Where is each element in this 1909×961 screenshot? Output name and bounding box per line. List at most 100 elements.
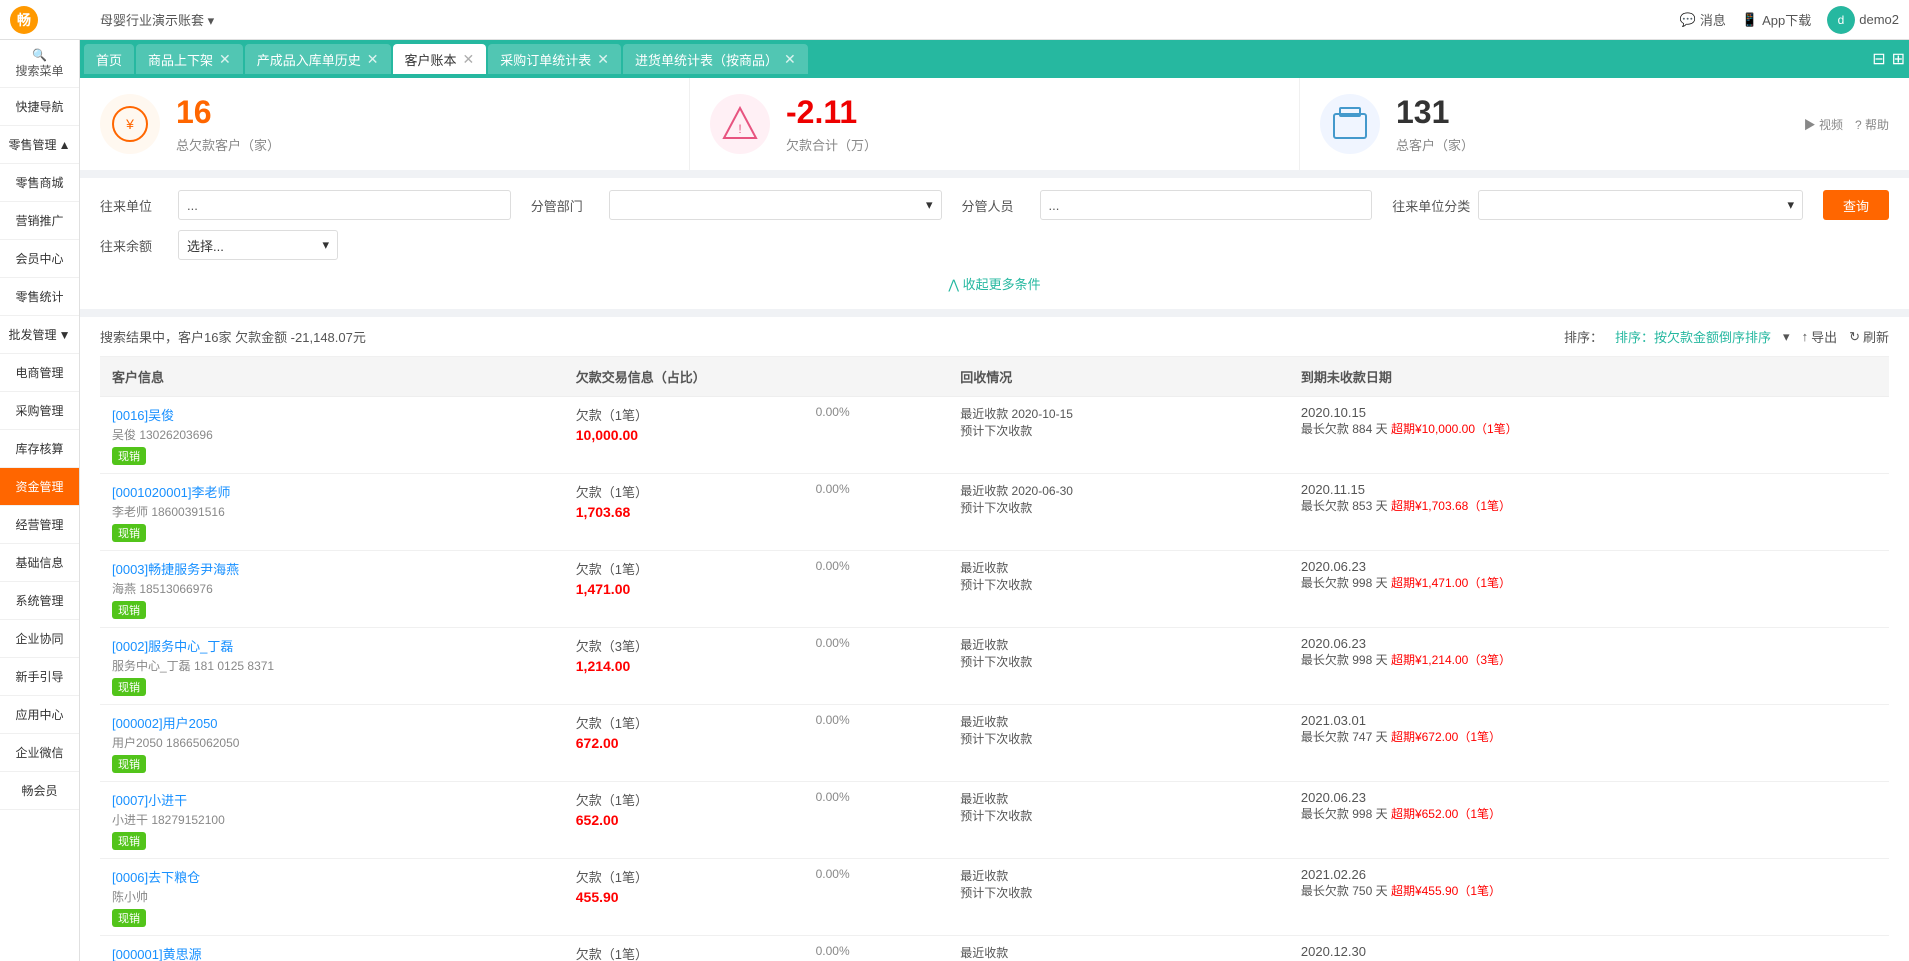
sidebar-item-newbie[interactable]: 新手引导 [0, 658, 79, 696]
sidebar-item-vip[interactable]: 畅会员 [0, 772, 79, 810]
tab-maximize-btn[interactable]: ⊞ [1892, 49, 1905, 69]
tab-production-history[interactable]: 产成品入库单历史 ✕ [245, 44, 391, 74]
sidebar-item-basic-info[interactable]: 基础信息 [0, 544, 79, 582]
sidebar-item-apps[interactable]: 应用中心 [0, 696, 79, 734]
debt-amount-3[interactable]: 1,214.00 [576, 658, 792, 674]
tab-close-production-history[interactable]: ✕ [367, 51, 379, 68]
sidebar-item-enterprise[interactable]: 企业协同 [0, 620, 79, 658]
debt-amount-6[interactable]: 455.90 [576, 889, 792, 905]
filter-collapse-btn[interactable]: ⋀ 收起更多条件 [100, 270, 1889, 297]
overdue-amount-3[interactable]: 超期¥1,214.00（3笔） [1391, 653, 1511, 667]
sidebar-item-system[interactable]: 系统管理 [0, 582, 79, 620]
user-avatar[interactable]: d demo2 [1827, 6, 1899, 34]
query-button[interactable]: 查询 [1823, 190, 1889, 220]
filter-select-category[interactable]: ▾ [1478, 190, 1803, 220]
debt-ratio-4: 0.00% [816, 713, 937, 727]
sidebar-item-batch-mgmt[interactable]: 批发管理 ▼ [0, 316, 79, 354]
filter-select-dept[interactable]: ▾ [609, 190, 942, 220]
sidebar-item-retail-store[interactable]: 零售商城 [0, 164, 79, 202]
customer-badge-5: 现销 [112, 832, 146, 850]
sidebar-item-purchase[interactable]: 采购管理 [0, 392, 79, 430]
top-bar: 畅 母婴行业演示账套 ▾ 💬 消息 📱 App下载 d demo2 [0, 0, 1909, 40]
sidebar-item-inventory[interactable]: 库存核算 [0, 430, 79, 468]
debt-ratio-3: 0.00% [816, 636, 937, 650]
sidebar-item-retail-stats[interactable]: 零售统计 [0, 278, 79, 316]
tab-close-purchase-stats[interactable]: ✕ [784, 51, 796, 68]
customer-name-2[interactable]: [0003]畅捷服务尹海燕 [112, 559, 552, 578]
debt-amount-5[interactable]: 652.00 [576, 812, 792, 828]
sidebar-item-marketing[interactable]: 营销推广 [0, 202, 79, 240]
filter-input-person[interactable]: ... [1040, 190, 1373, 220]
tab-bar: 首页 商品上下架 ✕ 产成品入库单历史 ✕ 客户账本 ✕ 采购订单统计表 ✕ [80, 40, 1909, 78]
debt-amount-0[interactable]: 10,000.00 [576, 427, 792, 443]
sidebar-item-ecommerce[interactable]: 电商管理 [0, 354, 79, 392]
tab-customer-account[interactable]: 客户账本 ✕ [393, 44, 487, 74]
next-collection-1: 预计下次收款 [960, 499, 1277, 516]
customer-name-1[interactable]: [0001020001]李老师 [112, 482, 552, 501]
filter-input-unit[interactable]: ... [178, 190, 511, 220]
recent-collection-4: 最近收款 [960, 713, 1277, 730]
customer-name-7[interactable]: [000001]黄思源 [112, 944, 552, 961]
filter-select-balance[interactable]: 选择... ▾ [178, 230, 338, 260]
tab-close-purchase-order[interactable]: ✕ [597, 51, 609, 68]
store-selector[interactable]: 母婴行业演示账套 ▾ [100, 10, 1680, 29]
tab-home[interactable]: 首页 [84, 44, 134, 74]
sidebar-item-quick-nav[interactable]: 快捷导航 [0, 88, 79, 126]
next-collection-5: 预计下次收款 [960, 807, 1277, 824]
sidebar-item-retail-mgmt[interactable]: 零售管理 ▲ [0, 126, 79, 164]
tab-minimize-btn[interactable]: ⊟ [1872, 49, 1885, 69]
th-due-date: 到期未收款日期 [1289, 357, 1889, 397]
sidebar-item-capital[interactable]: 资金管理 [0, 468, 79, 506]
cell-customer-info-3: [0002]服务中心_丁磊 服务中心_丁磊 181 0125 8371 现销 [100, 628, 564, 705]
due-date-1: 2020.11.15 [1301, 482, 1877, 497]
help-btn[interactable]: ? 帮助 [1855, 116, 1889, 133]
cell-collection-1: 最近收款 2020-06-30 预计下次收款 [948, 474, 1289, 551]
recent-collection-5: 最近收款 [960, 790, 1277, 807]
customer-name-3[interactable]: [0002]服务中心_丁磊 [112, 636, 552, 655]
tab-close-customer-account[interactable]: ✕ [463, 51, 475, 68]
app-icon: 📱 [1742, 12, 1758, 28]
table-row: [0002]服务中心_丁磊 服务中心_丁磊 181 0125 8371 现销 欠… [100, 628, 1889, 705]
filter-area: 往来单位 ... 分管部门 ▾ [80, 178, 1909, 309]
sidebar-item-operation[interactable]: 经营管理 [0, 506, 79, 544]
filter-label-person: 分管人员 [962, 196, 1032, 215]
debt-amount-1[interactable]: 1,703.68 [576, 504, 792, 520]
sort-value[interactable]: 排序：按欠款金额倒序排序 [1615, 327, 1771, 346]
overdue-amount-4[interactable]: 超期¥672.00（1笔） [1391, 730, 1501, 744]
sidebar-search[interactable]: 🔍 搜索菜单 [0, 40, 79, 88]
customer-name-0[interactable]: [0016]吴俊 [112, 405, 552, 424]
refresh-btn[interactable]: ↻ 刷新 [1849, 327, 1889, 346]
chevron-down-icon: ▲ [59, 138, 71, 152]
tab-product-shelf[interactable]: 商品上下架 ✕ [136, 44, 243, 74]
cell-debt-count-4: 欠款（1笔） 672.00 [564, 705, 804, 782]
message-btn[interactable]: 💬 消息 [1680, 10, 1726, 29]
cell-collection-2: 最近收款 预计下次收款 [948, 551, 1289, 628]
debt-amount-2[interactable]: 1,471.00 [576, 581, 792, 597]
video-btn[interactable]: ▶ 视频 [1804, 116, 1843, 133]
customer-name-4[interactable]: [000002]用户2050 [112, 713, 552, 732]
overdue-info-5: 最长欠款 998 天 超期¥652.00（1笔） [1301, 805, 1877, 822]
tab-close-product-shelf[interactable]: ✕ [219, 51, 231, 68]
sidebar-item-member[interactable]: 会员中心 [0, 240, 79, 278]
results-actions: 排序： 排序：按欠款金额倒序排序 ▾ ↑ 导出 ↻ 刷新 [1564, 327, 1889, 346]
overdue-amount-0[interactable]: 超期¥10,000.00（1笔） [1391, 422, 1518, 436]
customer-name-5[interactable]: [0007]小进干 [112, 790, 552, 809]
stat-card-customers-info: 131 总客户（家） [1396, 94, 1474, 154]
debt-amount-4[interactable]: 672.00 [576, 735, 792, 751]
customer-name-6[interactable]: [0006]去下粮仓 [112, 867, 552, 886]
cell-due-date-7: 2020.12.30 最长欠款 808 天 超期¥429.00（1笔） [1289, 936, 1889, 961]
results-area: 搜索结果中，客户16家 欠款金额 -21,148.07元 排序： 排序：按欠款金… [80, 317, 1909, 961]
overdue-amount-1[interactable]: 超期¥1,703.68（1笔） [1391, 499, 1511, 513]
sidebar-item-wechat[interactable]: 企业微信 [0, 734, 79, 772]
tab-purchase-order[interactable]: 采购订单统计表 ✕ [488, 44, 621, 74]
th-collection: 回收情况 [948, 357, 1289, 397]
svg-text:!: ! [738, 122, 741, 136]
recent-collection-0: 最近收款 2020-10-15 [960, 405, 1277, 422]
overdue-info-3: 最长欠款 998 天 超期¥1,214.00（3笔） [1301, 651, 1877, 668]
app-download-btn[interactable]: 📱 App下载 [1742, 10, 1811, 29]
overdue-amount-2[interactable]: 超期¥1,471.00（1笔） [1391, 576, 1511, 590]
overdue-amount-6[interactable]: 超期¥455.90（1笔） [1391, 884, 1501, 898]
tab-purchase-stats[interactable]: 进货单统计表（按商品） ✕ [623, 44, 808, 74]
export-btn[interactable]: ↑ 导出 [1802, 327, 1838, 346]
overdue-amount-5[interactable]: 超期¥652.00（1笔） [1391, 807, 1501, 821]
